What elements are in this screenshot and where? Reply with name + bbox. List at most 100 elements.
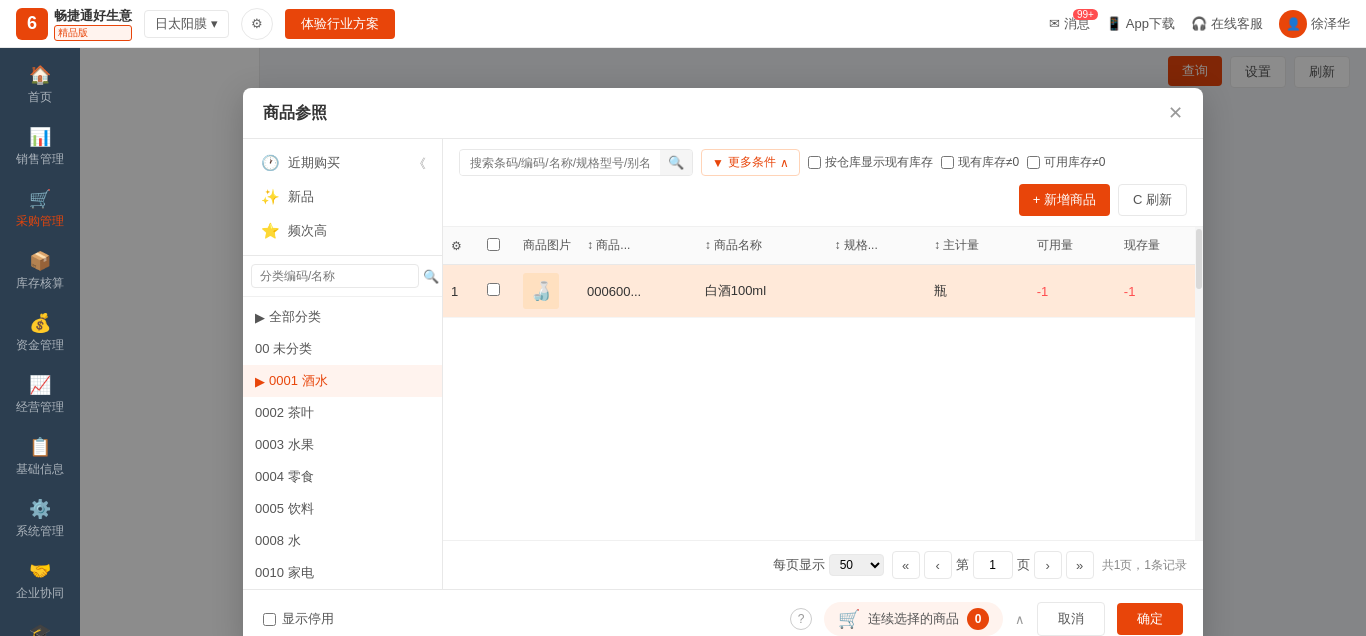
category-search-input[interactable] [251,264,419,288]
page-first-button[interactable]: « [892,551,920,579]
row-img: 🍶 [515,265,579,318]
available-stock-checkbox[interactable]: 现有库存≠0 [941,154,1019,171]
messages-button[interactable]: ✉ 消息 99+ [1049,15,1090,33]
filter-label: 更多条件 [728,154,776,171]
collapse-cart-icon[interactable]: ∧ [1015,612,1025,627]
left-panel: 🕐 近期购买 ✨ 新品 ⭐ 频次高 [243,139,443,589]
product-image: 🍶 [523,273,559,309]
cat-item-0003[interactable]: 0003 水果 [243,429,442,461]
page-nav: « ‹ 第 页 › » [892,551,1094,579]
confirm-button[interactable]: 确定 [1117,603,1183,635]
cat-item-0010[interactable]: 0010 家电 [243,557,442,589]
tab-frequent[interactable]: ⭐ 频次高 [251,215,405,247]
settings-icon[interactable]: ⚙ [241,8,273,40]
col-available-header[interactable]: 可用量 [1029,227,1116,265]
basics-icon: 📋 [29,436,51,458]
vertical-scrollbar[interactable] [1195,227,1203,540]
sidebar-item-operations[interactable]: 📈 经营管理 [0,366,80,424]
left-panel-tabs: 🕐 近期购买 ✨ 新品 ⭐ 频次高 [243,139,442,256]
cat-item-00[interactable]: 00 未分类 [243,333,442,365]
usable-stock-input[interactable] [1027,156,1040,169]
col-unit-header[interactable]: ↕ 主计量 [926,227,1029,265]
phone-icon: 📱 [1106,16,1122,31]
main-layout: 🏠 首页 📊 销售管理 🛒 采购管理 📦 库存核算 💰 资金管理 📈 经营管理 … [0,48,1366,636]
sidebar-item-finance[interactable]: 💰 资金管理 [0,304,80,362]
app-download-button[interactable]: 📱 App下载 [1106,15,1175,33]
cat-item-0008[interactable]: 0008 水 [243,525,442,557]
page-prev-button[interactable]: ‹ [924,551,952,579]
show-disabled-checkbox[interactable]: 显示停用 [263,610,334,628]
row-check[interactable] [479,265,515,318]
col-spec-header[interactable]: ↕ 规格... [826,227,925,265]
page-next-button[interactable]: › [1034,551,1062,579]
table-row[interactable]: 1 🍶 000600... 白酒100ml 瓶 [443,265,1203,318]
system-icon: ⚙️ [29,498,51,520]
row-checkbox[interactable] [487,283,500,296]
sidebar-label-finance: 资金管理 [16,337,64,354]
add-product-button[interactable]: + 新增商品 [1019,184,1110,216]
sidebar-item-sales[interactable]: 📊 销售管理 [0,118,80,176]
sidebar-item-inventory[interactable]: 📦 库存核算 [0,242,80,300]
toolbar-right: + 新增商品 C 刷新 [1019,184,1187,216]
col-check[interactable] [479,227,515,265]
new-icon: ✨ [261,188,280,206]
row-spec [826,265,925,318]
total-info: 共1页，1条记录 [1102,557,1187,574]
more-filters-button[interactable]: ▼ 更多条件 ∧ [701,149,800,176]
search-icon[interactable]: 🔍 [660,150,692,175]
help-icon[interactable]: ? [790,608,812,630]
per-page-dropdown[interactable]: 50 100 200 [829,554,884,576]
page-number-input[interactable] [973,551,1013,579]
user-menu[interactable]: 👤 徐泽华 [1279,10,1350,38]
online-service-button[interactable]: 🎧 在线客服 [1191,15,1263,33]
scrollbar-thumb [1196,229,1202,289]
sidebar-item-home[interactable]: 🏠 首页 [0,56,80,114]
refresh-button[interactable]: C 刷新 [1118,184,1187,216]
cart-icon: 🛒 [838,608,860,630]
product-reference-modal: 商品参照 ✕ 🕐 近期购买 [243,88,1203,636]
app-download-label: App下载 [1126,15,1175,33]
tab-new-product[interactable]: ✨ 新品 [251,181,405,213]
sidebar-label-sales: 销售管理 [16,151,64,168]
cancel-button[interactable]: 取消 [1037,602,1105,636]
chevron-up-icon: ∧ [780,156,789,170]
sidebar-item-collab[interactable]: 🤝 企业协同 [0,552,80,610]
collapse-panel-button[interactable]: 《 [405,151,434,177]
modal-close-button[interactable]: ✕ [1168,102,1183,124]
page-last-button[interactable]: » [1066,551,1094,579]
col-code-header[interactable]: ↕ 商品... [579,227,697,265]
select-all-checkbox[interactable] [487,238,500,251]
available-stock-input[interactable] [941,156,954,169]
category-search-icon[interactable]: 🔍 [419,269,443,284]
show-disabled-label: 显示停用 [282,610,334,628]
product-table: ⚙ 商品图片 ↕ 商品... ↕ 商品名称 [443,227,1203,318]
category-search: 🔍 [243,256,442,297]
col-settings[interactable]: ⚙ [443,227,479,265]
sidebar-item-purchase[interactable]: 🛒 采购管理 [0,180,80,238]
cat-item-0005[interactable]: 0005 饮料 [243,493,442,525]
clock-icon: 🕐 [261,154,280,172]
experience-button[interactable]: 体验行业方案 [285,9,395,39]
stock-by-warehouse-input[interactable] [808,156,821,169]
cat-item-0004[interactable]: 0004 零食 [243,461,442,493]
usable-stock-checkbox[interactable]: 可用库存≠0 [1027,154,1105,171]
col-name-header[interactable]: ↕ 商品名称 [697,227,827,265]
cat-item-0002[interactable]: 0002 茶叶 [243,397,442,429]
operations-icon: 📈 [29,374,51,396]
sidebar-item-system[interactable]: ⚙️ 系统管理 [0,490,80,548]
product-table-wrap: ⚙ 商品图片 ↕ 商品... ↕ 商品名称 [443,227,1203,540]
brand-badge: 精品版 [54,25,132,41]
store-selector[interactable]: 日太阳膜 ▾ [144,10,229,38]
sidebar-item-guide[interactable]: 🎓 新手引导 [0,614,80,636]
sidebar-label-system: 系统管理 [16,523,64,540]
per-page-select: 每页显示 50 100 200 [773,554,884,576]
cat-item-0001[interactable]: ▶ 0001 酒水 [243,365,442,397]
tab-recent-purchase[interactable]: 🕐 近期购买 [251,147,405,179]
show-disabled-input[interactable] [263,613,276,626]
online-service-label: 在线客服 [1211,15,1263,33]
product-search-input[interactable] [460,151,660,175]
sidebar-item-basics[interactable]: 📋 基础信息 [0,428,80,486]
row-stock: -1 [1116,265,1203,318]
stock-by-warehouse-checkbox[interactable]: 按仓库显示现有库存 [808,154,933,171]
cat-item-all[interactable]: ▶ 全部分类 [243,301,442,333]
